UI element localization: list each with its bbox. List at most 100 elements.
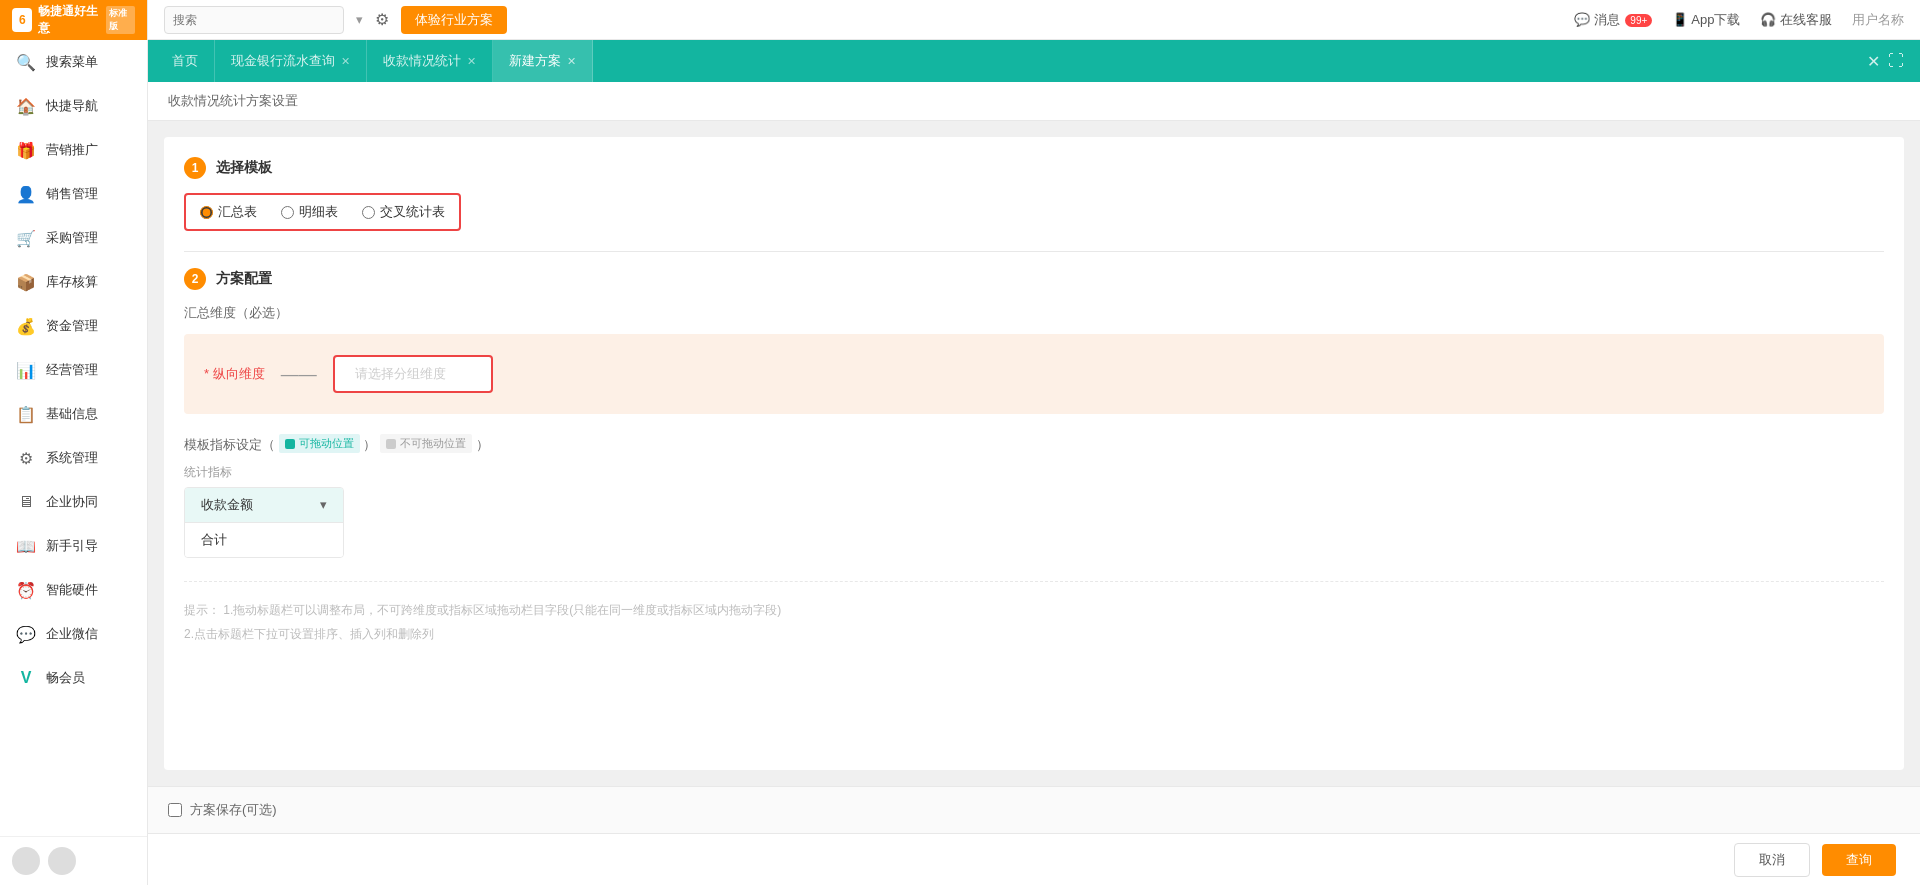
sidebar-item-smart-hw[interactable]: ⏰ 智能硬件 bbox=[0, 568, 147, 612]
sidebar-item-label: 销售管理 bbox=[46, 185, 98, 203]
metrics-label-text: 模板指标设定（ 可拖动位置 ） 不可拖动位置 ） bbox=[184, 434, 489, 454]
user-avatar2 bbox=[48, 847, 76, 875]
draggable-tag: 可拖动位置 bbox=[279, 434, 360, 453]
step2-number: 2 bbox=[184, 268, 206, 290]
tab-cash-flow-close[interactable]: ✕ bbox=[341, 55, 350, 68]
metrics-header-text: 收款金额 bbox=[201, 496, 253, 514]
sidebar-item-marketing[interactable]: 🎁 营销推广 bbox=[0, 128, 147, 172]
user-avatar bbox=[12, 847, 40, 875]
radio-cross-input[interactable] bbox=[362, 206, 375, 219]
tab-collection-stats-label: 收款情况统计 bbox=[383, 52, 461, 70]
radio-cross[interactable]: 交叉统计表 bbox=[362, 203, 445, 221]
tab-cash-flow-label: 现金银行流水查询 bbox=[231, 52, 335, 70]
sidebar-item-operations[interactable]: 📊 经营管理 bbox=[0, 348, 147, 392]
main-card: 1 选择模板 汇总表 明细表 bbox=[164, 137, 1904, 770]
dimension-label: 汇总维度（必选） bbox=[184, 304, 1884, 322]
metrics-table: 收款金额 ▾ 合计 bbox=[184, 487, 344, 558]
marketing-icon: 🎁 bbox=[16, 141, 36, 160]
sidebar-item-member[interactable]: V 畅会员 bbox=[0, 656, 147, 700]
system-icon: ⚙ bbox=[16, 449, 36, 468]
sidebar-item-label: 系统管理 bbox=[46, 449, 98, 467]
tabbar: 首页 现金银行流水查询 ✕ 收款情况统计 ✕ 新建方案 ✕ ✕ ⛶ bbox=[148, 40, 1920, 82]
quick-nav-icon: 🏠 bbox=[16, 97, 36, 116]
sidebar-item-basic-info[interactable]: 📋 基础信息 bbox=[0, 392, 147, 436]
sidebar-item-label: 快捷导航 bbox=[46, 97, 98, 115]
sidebar-item-search-menu[interactable]: 🔍 搜索菜单 bbox=[0, 40, 147, 84]
metrics-chevron-icon[interactable]: ▾ bbox=[320, 497, 327, 512]
radio-detail-input[interactable] bbox=[281, 206, 294, 219]
topbar: ▾ ⚙ 体验行业方案 💬 消息 99+ 📱 App下载 🎧 在线客服 用户名称 bbox=[148, 0, 1920, 40]
topbar-right: 💬 消息 99+ 📱 App下载 🎧 在线客服 用户名称 bbox=[1574, 11, 1904, 29]
sidebar-item-guide[interactable]: 📖 新手引导 bbox=[0, 524, 147, 568]
online-support[interactable]: 🎧 在线客服 bbox=[1760, 11, 1832, 29]
sidebar-item-finance[interactable]: 💰 资金管理 bbox=[0, 304, 147, 348]
search-input[interactable] bbox=[164, 6, 344, 34]
save-checkbox[interactable] bbox=[168, 803, 182, 817]
logo-text: 畅捷通好生意 bbox=[38, 3, 99, 37]
radio-summary-input[interactable] bbox=[200, 206, 213, 219]
topbar-dropdown-icon[interactable]: ▾ bbox=[356, 12, 363, 27]
wechat-icon: 💬 bbox=[16, 625, 36, 644]
step1-title: 选择模板 bbox=[216, 159, 272, 177]
sidebar-item-label: 畅会员 bbox=[46, 669, 85, 687]
tab-home[interactable]: 首页 bbox=[156, 40, 215, 82]
sidebar-item-label: 库存核算 bbox=[46, 273, 98, 291]
dimension-select[interactable]: 请选择分组维度 bbox=[333, 355, 493, 393]
tips-section: 提示： 1.拖动标题栏可以调整布局，不可跨维度或指标区域拖动栏目字段(只能在同一… bbox=[184, 581, 1884, 646]
finance-icon: 💰 bbox=[16, 317, 36, 336]
sidebar-item-sales[interactable]: 👤 销售管理 bbox=[0, 172, 147, 216]
sidebar-item-system[interactable]: ⚙ 系统管理 bbox=[0, 436, 147, 480]
sidebar-item-purchase[interactable]: 🛒 采购管理 bbox=[0, 216, 147, 260]
metrics-table-header: 收款金额 ▾ bbox=[185, 488, 343, 523]
step2-section: 2 方案配置 汇总维度（必选） * 纵向维度 —— 请选择分组维度 bbox=[184, 251, 1884, 646]
sidebar-bottom bbox=[0, 836, 147, 885]
notification-badge: 99+ bbox=[1625, 14, 1652, 27]
template-selection: 汇总表 明细表 交叉统计表 bbox=[184, 193, 461, 231]
dimension-area: * 纵向维度 —— 请选择分组维度 bbox=[184, 334, 1884, 414]
sidebar-item-quick-nav[interactable]: 🏠 快捷导航 bbox=[0, 84, 147, 128]
sidebar-logo: 6 畅捷通好生意 标准版 bbox=[0, 0, 147, 40]
radio-detail-label: 明细表 bbox=[299, 203, 338, 221]
dimension-arrow: —— bbox=[281, 364, 317, 385]
tips-line1: 提示： 1.拖动标题栏可以调整布局，不可跨维度或指标区域拖动栏目字段(只能在同一… bbox=[184, 598, 1884, 622]
tab-collection-stats-close[interactable]: ✕ bbox=[467, 55, 476, 68]
app-download[interactable]: 📱 App下载 bbox=[1672, 11, 1740, 29]
sidebar-item-label: 企业微信 bbox=[46, 625, 98, 643]
tab-cash-flow[interactable]: 现金银行流水查询 ✕ bbox=[215, 40, 367, 82]
tab-new-plan[interactable]: 新建方案 ✕ bbox=[493, 40, 593, 82]
tab-collection-stats[interactable]: 收款情况统计 ✕ bbox=[367, 40, 493, 82]
tab-new-plan-close[interactable]: ✕ bbox=[567, 55, 576, 68]
tips-line2: 2.点击标题栏下拉可设置排序、插入列和删除列 bbox=[184, 622, 1884, 646]
radio-summary[interactable]: 汇总表 bbox=[200, 203, 257, 221]
purchase-icon: 🛒 bbox=[16, 229, 36, 248]
maximize-icon[interactable]: ⛶ bbox=[1888, 52, 1904, 70]
user-name[interactable]: 用户名称 bbox=[1852, 11, 1904, 29]
tab-new-plan-label: 新建方案 bbox=[509, 52, 561, 70]
tab-home-label: 首页 bbox=[172, 52, 198, 70]
page-body: 1 选择模板 汇总表 明细表 bbox=[148, 121, 1920, 786]
sidebar-item-label: 资金管理 bbox=[46, 317, 98, 335]
radio-cross-label: 交叉统计表 bbox=[380, 203, 445, 221]
member-icon: V bbox=[16, 669, 36, 687]
notification-item[interactable]: 💬 消息 99+ bbox=[1574, 11, 1652, 29]
sidebar-item-label: 营销推广 bbox=[46, 141, 98, 159]
save-section: 方案保存(可选) bbox=[148, 786, 1920, 833]
radio-detail[interactable]: 明细表 bbox=[281, 203, 338, 221]
sales-icon: 👤 bbox=[16, 185, 36, 204]
cancel-button[interactable]: 取消 bbox=[1734, 843, 1810, 877]
sidebar-item-label: 基础信息 bbox=[46, 405, 98, 423]
sidebar-item-wechat[interactable]: 💬 企业微信 bbox=[0, 612, 147, 656]
sidebar-item-enterprise[interactable]: 🖥 企业协同 bbox=[0, 480, 147, 524]
sidebar-item-inventory[interactable]: 📦 库存核算 bbox=[0, 260, 147, 304]
basic-info-icon: 📋 bbox=[16, 405, 36, 424]
breadcrumb: 收款情况统计方案设置 bbox=[148, 82, 1920, 121]
close-window-icon[interactable]: ✕ bbox=[1867, 52, 1880, 71]
gear-icon[interactable]: ⚙ bbox=[375, 10, 389, 29]
sidebar: 6 畅捷通好生意 标准版 🔍 搜索菜单 🏠 快捷导航 🎁 营销推广 👤 销售管理… bbox=[0, 0, 148, 885]
main-area: ▾ ⚙ 体验行业方案 💬 消息 99+ 📱 App下载 🎧 在线客服 用户名称 … bbox=[148, 0, 1920, 885]
industry-btn[interactable]: 体验行业方案 bbox=[401, 6, 507, 34]
sidebar-item-label: 新手引导 bbox=[46, 537, 98, 555]
logo-badge: 标准版 bbox=[106, 6, 135, 34]
non-draggable-tag: 不可拖动位置 bbox=[380, 434, 472, 453]
query-button[interactable]: 查询 bbox=[1822, 844, 1896, 876]
